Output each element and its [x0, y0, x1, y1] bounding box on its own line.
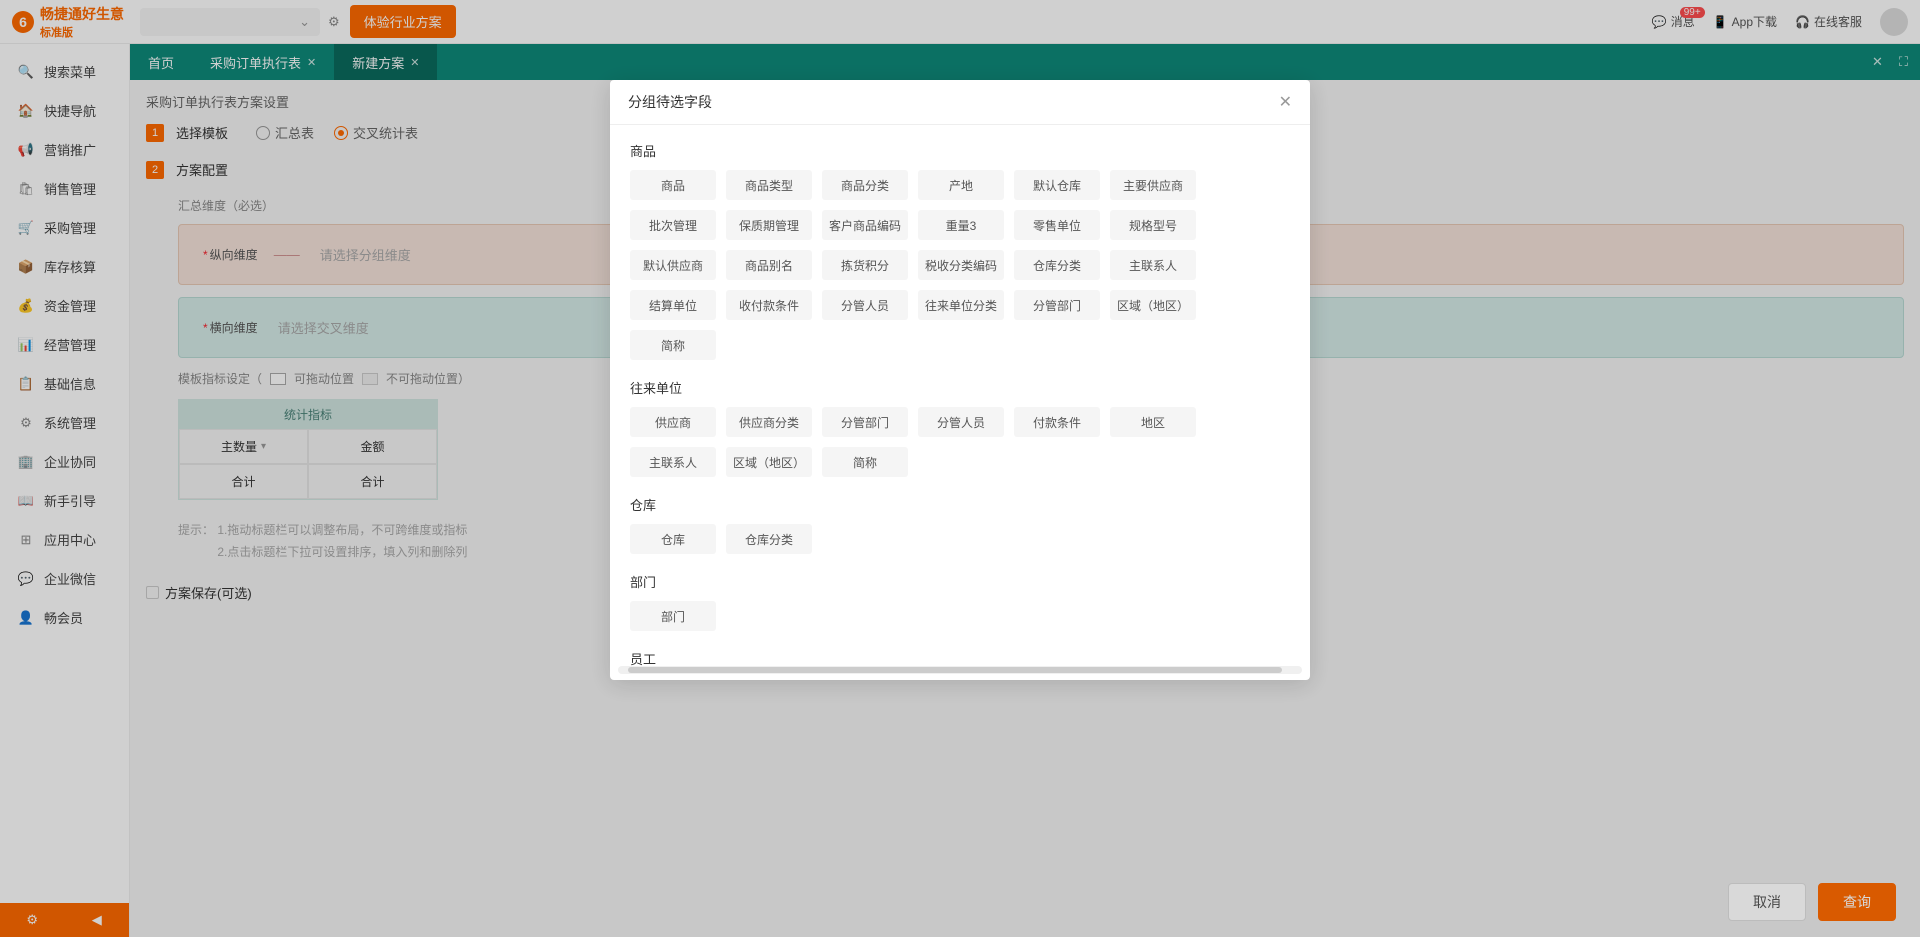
field-chip[interactable]: 仓库分类: [1014, 250, 1100, 280]
field-section-title: 往来单位: [630, 378, 1290, 397]
field-chip[interactable]: 部门: [630, 601, 716, 631]
close-icon[interactable]: ✕: [1279, 92, 1292, 112]
field-chip[interactable]: 仓库分类: [726, 524, 812, 554]
field-chip[interactable]: 主要供应商: [1110, 170, 1196, 200]
field-section-title: 商品: [630, 141, 1290, 160]
field-section-title: 仓库: [630, 495, 1290, 514]
field-chip[interactable]: 批次管理: [630, 210, 716, 240]
field-chip[interactable]: 主联系人: [1110, 250, 1196, 280]
field-chip[interactable]: 商品类型: [726, 170, 812, 200]
field-chip[interactable]: 产地: [918, 170, 1004, 200]
field-chip[interactable]: 简称: [822, 447, 908, 477]
modal-header: 分组待选字段 ✕: [610, 80, 1310, 125]
field-section-4: 员工业务员: [630, 649, 1290, 666]
field-grid: 部门: [630, 601, 1290, 631]
field-grid: 供应商供应商分类分管部门分管人员付款条件地区主联系人区域（地区） 简称: [630, 407, 1290, 477]
field-section-0: 商品商品商品类型商品分类产地默认仓库主要供应商批次管理保质期管理客户商品编码重量…: [630, 141, 1290, 360]
field-chip[interactable]: 拣货积分: [822, 250, 908, 280]
field-chip[interactable]: 客户商品编码: [822, 210, 908, 240]
field-section-title: 员工: [630, 649, 1290, 666]
field-section-title: 部门: [630, 572, 1290, 591]
field-chip[interactable]: 重量3: [918, 210, 1004, 240]
field-chip[interactable]: 收付款条件: [726, 290, 812, 320]
field-chip[interactable]: 分管人员: [918, 407, 1004, 437]
field-selector-modal: 分组待选字段 ✕ 商品商品商品类型商品分类产地默认仓库主要供应商批次管理保质期管…: [610, 80, 1310, 680]
field-section-1: 往来单位供应商供应商分类分管部门分管人员付款条件地区主联系人区域（地区） 简称: [630, 378, 1290, 477]
field-chip[interactable]: 商品别名: [726, 250, 812, 280]
field-section-2: 仓库仓库仓库分类: [630, 495, 1290, 554]
field-chip[interactable]: 结算单位: [630, 290, 716, 320]
field-chip[interactable]: 税收分类编码: [918, 250, 1004, 280]
field-chip[interactable]: 主联系人: [630, 447, 716, 477]
field-chip[interactable]: 零售单位: [1014, 210, 1100, 240]
field-chip[interactable]: 规格型号: [1110, 210, 1196, 240]
modal-title: 分组待选字段: [628, 92, 712, 112]
modal-body: 商品商品商品类型商品分类产地默认仓库主要供应商批次管理保质期管理客户商品编码重量…: [610, 125, 1310, 666]
modal-h-scrollbar[interactable]: [618, 666, 1302, 674]
modal-overlay[interactable]: 分组待选字段 ✕ 商品商品商品类型商品分类产地默认仓库主要供应商批次管理保质期管…: [0, 0, 1920, 937]
field-chip[interactable]: 分管人员: [822, 290, 908, 320]
field-chip[interactable]: 分管部门: [1014, 290, 1100, 320]
field-chip[interactable]: 商品分类: [822, 170, 908, 200]
field-chip[interactable]: 简称: [630, 330, 716, 360]
field-chip[interactable]: 区域（地区）: [726, 447, 812, 477]
field-chip[interactable]: 付款条件: [1014, 407, 1100, 437]
field-section-3: 部门部门: [630, 572, 1290, 631]
field-chip[interactable]: 保质期管理: [726, 210, 812, 240]
field-chip[interactable]: 供应商分类: [726, 407, 812, 437]
field-grid: 商品商品类型商品分类产地默认仓库主要供应商批次管理保质期管理客户商品编码重量3 零…: [630, 170, 1290, 360]
field-chip[interactable]: 供应商: [630, 407, 716, 437]
field-chip[interactable]: 往来单位分类: [918, 290, 1004, 320]
field-chip[interactable]: 默认仓库: [1014, 170, 1100, 200]
field-chip[interactable]: 仓库: [630, 524, 716, 554]
field-chip[interactable]: 分管部门: [822, 407, 908, 437]
field-chip[interactable]: 区域（地区）: [1110, 290, 1196, 320]
field-grid: 仓库仓库分类: [630, 524, 1290, 554]
field-chip[interactable]: 地区: [1110, 407, 1196, 437]
field-chip[interactable]: 商品: [630, 170, 716, 200]
field-chip[interactable]: 默认供应商: [630, 250, 716, 280]
